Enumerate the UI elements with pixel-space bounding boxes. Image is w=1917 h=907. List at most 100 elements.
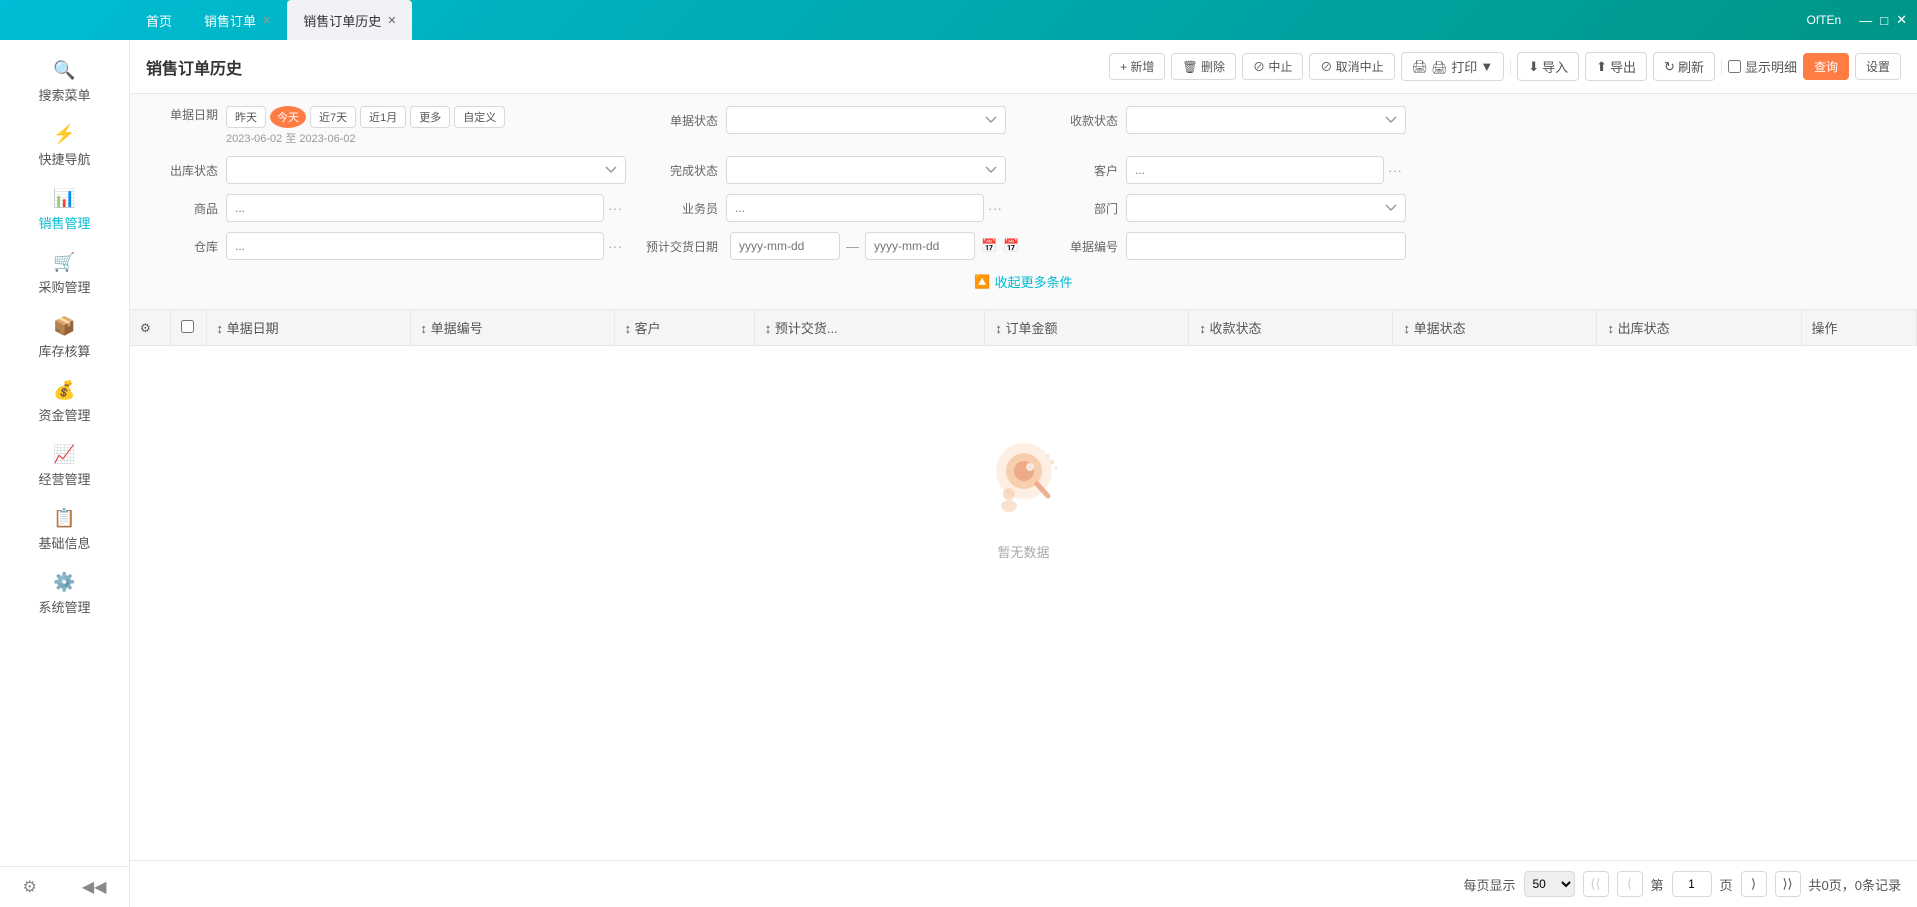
sidebar-item-inventory[interactable]: 📦 库存核算: [0, 306, 129, 370]
display-detail-checkbox[interactable]: [1728, 60, 1741, 73]
dept-select[interactable]: [1126, 194, 1406, 222]
query-button[interactable]: 查询: [1803, 53, 1849, 80]
calendar-start-icon[interactable]: 📅: [981, 238, 997, 254]
new-button[interactable]: + 新增: [1109, 53, 1165, 80]
next-page-icon: ⟩: [1751, 876, 1756, 892]
empty-icon: [974, 426, 1074, 526]
sidebar: 🔍 搜索菜单 ⚡ 快捷导航 📊 销售管理 🛒 采购管理 📦 库存核算 💰 资金管…: [0, 40, 130, 907]
import-button[interactable]: ⬇ 导入: [1517, 52, 1579, 81]
sidebar-item-finance[interactable]: 💰 资金管理: [0, 370, 129, 434]
last-page-btn[interactable]: ⟩⟩: [1775, 871, 1801, 897]
col-delivery[interactable]: ↕ 预计交货...: [754, 310, 985, 346]
delivery-date-end[interactable]: [865, 232, 975, 260]
finance-icon: 💰: [53, 380, 75, 401]
col-settings[interactable]: ⚙: [130, 310, 170, 346]
goods-label: 商品: [146, 200, 226, 217]
date-btn-1month[interactable]: 近1月: [360, 106, 406, 128]
salesperson-more-icon[interactable]: ···: [984, 200, 1006, 216]
system-icon: ⚙️: [53, 572, 75, 593]
first-page-btn[interactable]: ⟨⟨: [1583, 871, 1609, 897]
settings-gear-icon[interactable]: ⚙: [23, 877, 37, 897]
col-order-status-label: ↕ 单据状态: [1403, 321, 1465, 336]
date-btn-today[interactable]: 今天: [270, 106, 306, 128]
sidebar-item-quick-nav[interactable]: ⚡ 快捷导航: [0, 114, 129, 178]
operations-icon: 📈: [53, 444, 75, 465]
display-detail-label: 显示明细: [1745, 57, 1797, 76]
sidebar-item-purchase[interactable]: 🛒 采购管理: [0, 242, 129, 306]
col-customer[interactable]: ↕ 客户: [614, 310, 754, 346]
top-bar: 查询 首页 销售订单 ✕ 销售订单历史 ✕ OfTEn — □ ✕: [0, 0, 1917, 40]
refresh-button[interactable]: ↻ 刷新: [1653, 52, 1715, 81]
cancel-stop-button[interactable]: ⊘ 取消中止: [1309, 53, 1394, 80]
prev-page-icon: ⟨: [1627, 876, 1632, 892]
stop-button[interactable]: ⊘ 中止: [1242, 53, 1303, 80]
col-checkbox[interactable]: [170, 310, 206, 346]
warehouse-more-icon[interactable]: ···: [604, 238, 626, 254]
tab-sales-order-close[interactable]: ✕: [262, 14, 271, 27]
tab-sales-order-history[interactable]: 销售订单历史 ✕: [287, 0, 412, 40]
delivery-date-start[interactable]: [730, 232, 840, 260]
col-payment-status[interactable]: ↕ 收款状态: [1189, 310, 1393, 346]
filter-area: 单据日期 昨天 今天 近7天 近1月 更多 自定义 2023-06-02 至 2…: [130, 94, 1917, 310]
customer-label: 客户: [1046, 162, 1126, 179]
pagination: 每页显示 10 20 50 100 ⟨⟨ ⟨ 第 页 ⟩: [130, 860, 1917, 907]
col-amount[interactable]: ↕ 订单金额: [985, 310, 1189, 346]
minimize-btn[interactable]: —: [1859, 13, 1872, 28]
order-status-select[interactable]: [726, 106, 1006, 134]
collapse-up-icon: 🔼: [974, 274, 990, 290]
date-btn-7days[interactable]: 近7天: [310, 106, 356, 128]
salesperson-input[interactable]: [726, 194, 984, 222]
sidebar-item-sales[interactable]: 📊 销售管理: [0, 178, 129, 242]
empty-text: 暂无数据: [997, 542, 1049, 561]
order-status-label: 单据状态: [646, 112, 726, 129]
export-button[interactable]: ⬆ 导出: [1585, 52, 1647, 81]
goods-input[interactable]: [226, 194, 604, 222]
customer-input[interactable]: [1126, 156, 1384, 184]
date-btn-yesterday[interactable]: 昨天: [226, 106, 266, 128]
payment-status-select[interactable]: [1126, 106, 1406, 134]
tab-sales-order[interactable]: 销售订单 ✕: [188, 0, 287, 40]
date-btn-more[interactable]: 更多: [410, 106, 450, 128]
col-actions-label: 操作: [1812, 321, 1838, 336]
next-page-btn[interactable]: ⟩: [1741, 871, 1767, 897]
settings-button[interactable]: 设置: [1855, 53, 1901, 80]
sidebar-item-purchase-label: 采购管理: [38, 277, 90, 296]
master-data-icon: 📋: [53, 508, 75, 529]
maximize-btn[interactable]: □: [1880, 13, 1888, 28]
brand-label: OfTEn: [1807, 13, 1842, 27]
sidebar-item-search-menu[interactable]: 🔍 搜索菜单: [0, 50, 129, 114]
out-status-select[interactable]: [226, 156, 626, 184]
goods-more-icon[interactable]: ···: [604, 200, 626, 216]
tab-sales-order-history-close[interactable]: ✕: [387, 14, 396, 27]
collapse-bar[interactable]: 🔼 收起更多条件: [146, 266, 1901, 297]
warehouse-label: 仓库: [146, 238, 226, 255]
tab-home[interactable]: 查询 首页: [130, 0, 188, 40]
calendar-end-icon[interactable]: 📅: [1003, 238, 1019, 254]
sidebar-item-system[interactable]: ⚙️ 系统管理: [0, 562, 129, 626]
close-btn[interactable]: ✕: [1896, 12, 1907, 28]
display-detail-toggle[interactable]: 显示明细: [1728, 57, 1797, 76]
complete-status-select[interactable]: [726, 156, 1006, 184]
prev-page-btn[interactable]: ⟨: [1617, 871, 1643, 897]
select-all-checkbox[interactable]: [181, 320, 194, 333]
sidebar-item-operations[interactable]: 📈 经营管理: [0, 434, 129, 498]
payment-status-label: 收款状态: [1046, 112, 1126, 129]
col-order-no[interactable]: ↕ 单据编号: [410, 310, 614, 346]
page-number-input[interactable]: [1672, 871, 1712, 897]
sidebar-item-master-data[interactable]: 📋 基础信息: [0, 498, 129, 562]
print-dropdown-icon: ▼: [1480, 59, 1493, 74]
col-date[interactable]: ↕ 单据日期: [206, 310, 410, 346]
warehouse-input[interactable]: [226, 232, 604, 260]
col-out-status[interactable]: ↕ 出库状态: [1597, 310, 1801, 346]
dept-label: 部门: [1046, 200, 1126, 217]
delete-button[interactable]: 🗑 删除: [1171, 53, 1236, 80]
last-page-icon: ⟩⟩: [1782, 876, 1792, 892]
customer-more-icon[interactable]: ···: [1384, 162, 1406, 178]
col-order-status[interactable]: ↕ 单据状态: [1393, 310, 1597, 346]
order-no-input[interactable]: [1126, 232, 1406, 260]
print-button[interactable]: 🖨 🖨 打印 ▼: [1401, 52, 1505, 81]
per-page-select[interactable]: 10 20 50 100: [1524, 871, 1575, 897]
refresh-icon: ↻: [1664, 59, 1675, 75]
volume-icon[interactable]: ◀◀: [82, 877, 107, 897]
date-btn-custom[interactable]: 自定义: [454, 106, 505, 128]
